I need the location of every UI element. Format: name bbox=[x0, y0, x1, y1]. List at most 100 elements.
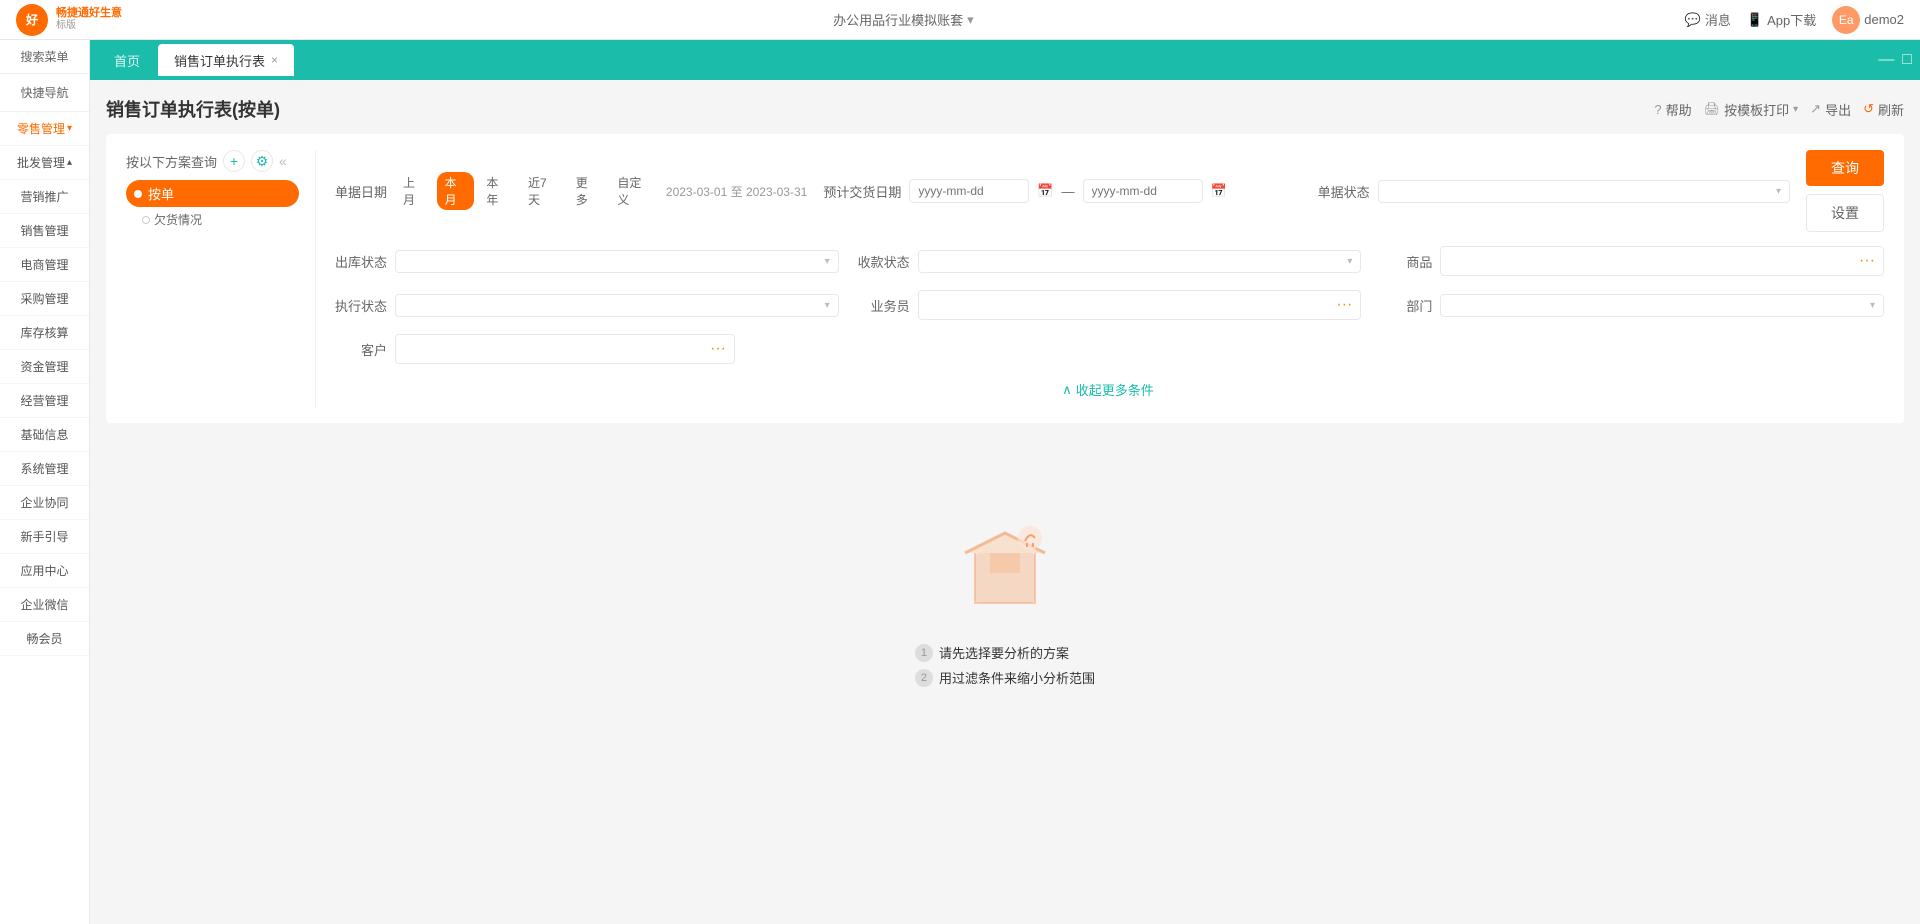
tab-actions: — □ bbox=[1878, 51, 1912, 69]
tip-num-2: 2 bbox=[915, 669, 933, 687]
calendar-icon-2[interactable]: 📅 bbox=[1211, 183, 1227, 199]
collection-label: 收款状态 bbox=[855, 252, 910, 271]
sidebar-item-purchase[interactable]: 采购管理 bbox=[0, 282, 89, 316]
filter-main: 按以下方案查询 + ⚙ « 按单 bbox=[126, 150, 1884, 407]
sidebar-item-apps[interactable]: 应用中心 bbox=[0, 554, 89, 588]
sidebar-item-basic[interactable]: 基础信息 bbox=[0, 418, 89, 452]
scheme-sub-item-shortage[interactable]: 欠货情况 bbox=[126, 207, 299, 232]
help-btn[interactable]: ? 帮助 bbox=[1654, 100, 1691, 119]
scheme-sub-item-label: 欠货情况 bbox=[154, 211, 202, 228]
empty-icon bbox=[945, 503, 1065, 623]
date-btn-more[interactable]: 更多 bbox=[568, 172, 606, 210]
collapse-btn[interactable]: ∧ 收起更多条件 bbox=[1062, 380, 1154, 399]
exec-status-select[interactable]: ▾ bbox=[395, 294, 839, 317]
exec-label: 执行状态 bbox=[332, 296, 387, 315]
salesman-group: 业务员 ··· bbox=[855, 290, 1362, 320]
app-download-label: App下载 bbox=[1767, 10, 1816, 29]
sidebar-item-inventory[interactable]: 库存核算 bbox=[0, 316, 89, 350]
app-download-btn[interactable]: 📱 App下载 bbox=[1747, 10, 1816, 29]
empty-tips: 1 请先选择要分析的方案 2 用过滤条件来缩小分析范围 bbox=[915, 643, 1095, 693]
top-bar-center: 办公用品行业模拟账套 ▾ bbox=[833, 10, 974, 29]
empty-tip-1-text: 请先选择要分析的方案 bbox=[939, 643, 1069, 662]
stock-status-select[interactable]: ▾ bbox=[395, 250, 839, 273]
sidebar-item-retail[interactable]: 零售管理 ▾ bbox=[0, 112, 89, 146]
scheme-header: 按以下方案查询 + ⚙ « bbox=[126, 150, 299, 172]
date-filter-group: 单据日期 上月 本月 本年 近7天 更多 自定义 bbox=[332, 172, 807, 210]
page-actions: ? 帮助 🖨 按模板打印 ▾ ↗ 导出 ↺ bbox=[1654, 100, 1904, 119]
goods-input[interactable]: ··· bbox=[1440, 246, 1884, 276]
sidebar-quick-nav[interactable]: 快捷导航 bbox=[0, 74, 89, 112]
dept-select[interactable]: ▾ bbox=[1440, 294, 1884, 317]
goods-group: 商品 ··· bbox=[1377, 246, 1884, 276]
tab-active[interactable]: 销售订单执行表 × bbox=[158, 44, 294, 76]
status-select[interactable]: ▾ bbox=[1378, 180, 1790, 203]
settings-btn[interactable]: 设置 bbox=[1806, 194, 1884, 232]
empty-state: 1 请先选择要分析的方案 2 用过滤条件来缩小分析范围 bbox=[106, 423, 1904, 773]
brand-logo-text: 好 bbox=[26, 11, 38, 28]
delivery-date-start[interactable] bbox=[909, 179, 1029, 203]
salesman-input[interactable]: ··· bbox=[918, 290, 1362, 320]
nav-dropdown-icon[interactable]: ▾ bbox=[967, 12, 974, 28]
print-btn[interactable]: 🖨 按模板打印 ▾ bbox=[1704, 100, 1799, 119]
date-btn-this-year[interactable]: 本年 bbox=[478, 172, 516, 210]
scheme-collapse-btn[interactable]: « bbox=[279, 153, 287, 169]
message-btn[interactable]: 💬 消息 bbox=[1685, 10, 1731, 29]
sidebar-item-system[interactable]: 系统管理 bbox=[0, 452, 89, 486]
scheme-item-by-order[interactable]: 按单 bbox=[126, 180, 299, 207]
brand-logo: 好 bbox=[16, 4, 48, 36]
date-filter-label: 单据日期 bbox=[332, 182, 387, 201]
date-btn-this-month[interactable]: 本月 bbox=[437, 172, 475, 210]
query-btn[interactable]: 查询 bbox=[1806, 150, 1884, 186]
page-title: 销售订单执行表(按单) bbox=[106, 96, 280, 122]
nav-title: 办公用品行业模拟账套 bbox=[833, 10, 963, 29]
brand-sub: 标版 bbox=[56, 20, 122, 32]
date-btn-custom[interactable]: 自定义 bbox=[609, 172, 658, 210]
collapse-row: ∧ 收起更多条件 bbox=[332, 372, 1884, 407]
date-btn-last-month[interactable]: 上月 bbox=[395, 172, 433, 210]
tab-minimize-btn[interactable]: — bbox=[1878, 51, 1894, 69]
sidebar-item-ecommerce[interactable]: 电商管理 bbox=[0, 248, 89, 282]
print-icon: 🖨 bbox=[1704, 101, 1721, 117]
user-menu[interactable]: Ea demo2 bbox=[1832, 6, 1904, 34]
sidebar-item-wholesale[interactable]: 批发管理 ▴ bbox=[0, 146, 89, 180]
sidebar-search[interactable]: 搜索菜单 bbox=[0, 40, 89, 74]
refresh-btn[interactable]: ↺ 刷新 bbox=[1863, 100, 1904, 119]
dept-label: 部门 bbox=[1377, 296, 1432, 315]
filter-row-2: 出库状态 ▾ 收款状态 bbox=[332, 246, 1884, 276]
search-menu-label[interactable]: 搜索菜单 bbox=[20, 50, 68, 64]
goods-dots[interactable]: ··· bbox=[1859, 252, 1875, 270]
export-btn[interactable]: ↗ 导出 bbox=[1810, 100, 1851, 119]
settings-icon: ⚙ bbox=[256, 153, 269, 170]
collection-status-select[interactable]: ▾ bbox=[918, 250, 1362, 273]
delivery-date-group: 预计交货日期 📅 — 📅 bbox=[823, 179, 1298, 203]
scheme-add-btn[interactable]: + bbox=[223, 150, 245, 172]
sidebar-item-marketing-label: 营销推广 bbox=[20, 190, 68, 204]
customer-input[interactable]: ··· bbox=[395, 334, 735, 364]
tab-home[interactable]: 首页 bbox=[98, 44, 156, 76]
main-layout: 搜索菜单 快捷导航 零售管理 ▾ 批发管理 ▴ 营销推广 销 bbox=[0, 40, 1920, 924]
scheme-settings-btn[interactable]: ⚙ bbox=[251, 150, 273, 172]
sidebar-item-sales[interactable]: 销售管理 bbox=[0, 214, 89, 248]
tab-home-label: 首页 bbox=[114, 51, 140, 70]
tab-maximize-btn[interactable]: □ bbox=[1902, 51, 1912, 69]
sidebar-item-system-label: 系统管理 bbox=[20, 462, 68, 476]
scheme-panel: 按以下方案查询 + ⚙ « 按单 bbox=[126, 150, 316, 407]
sidebar-item-wholesale-label: 批发管理 bbox=[17, 154, 65, 171]
salesman-dots[interactable]: ··· bbox=[1336, 296, 1352, 314]
scheme-item-label: 按单 bbox=[148, 184, 174, 203]
chevron-down-icon: ▾ bbox=[67, 123, 72, 134]
sidebar-item-marketing[interactable]: 营销推广 bbox=[0, 180, 89, 214]
quick-nav-label[interactable]: 快捷导航 bbox=[0, 78, 89, 107]
delivery-date-end[interactable] bbox=[1083, 179, 1203, 203]
calendar-icon-1[interactable]: 📅 bbox=[1037, 183, 1053, 199]
sidebar-item-operations[interactable]: 经营管理 bbox=[0, 384, 89, 418]
sidebar-item-newbie[interactable]: 新手引导 bbox=[0, 520, 89, 554]
sidebar-item-wechat[interactable]: 企业微信 bbox=[0, 588, 89, 622]
sidebar-item-member[interactable]: 畅会员 bbox=[0, 622, 89, 656]
customer-dots[interactable]: ··· bbox=[710, 340, 726, 358]
sidebar-item-finance[interactable]: 资金管理 bbox=[0, 350, 89, 384]
date-btn-7days[interactable]: 近7天 bbox=[520, 172, 564, 210]
tab-close-btn[interactable]: × bbox=[271, 53, 278, 67]
date-separator: — bbox=[1062, 184, 1075, 199]
sidebar-item-enterprise[interactable]: 企业协同 bbox=[0, 486, 89, 520]
